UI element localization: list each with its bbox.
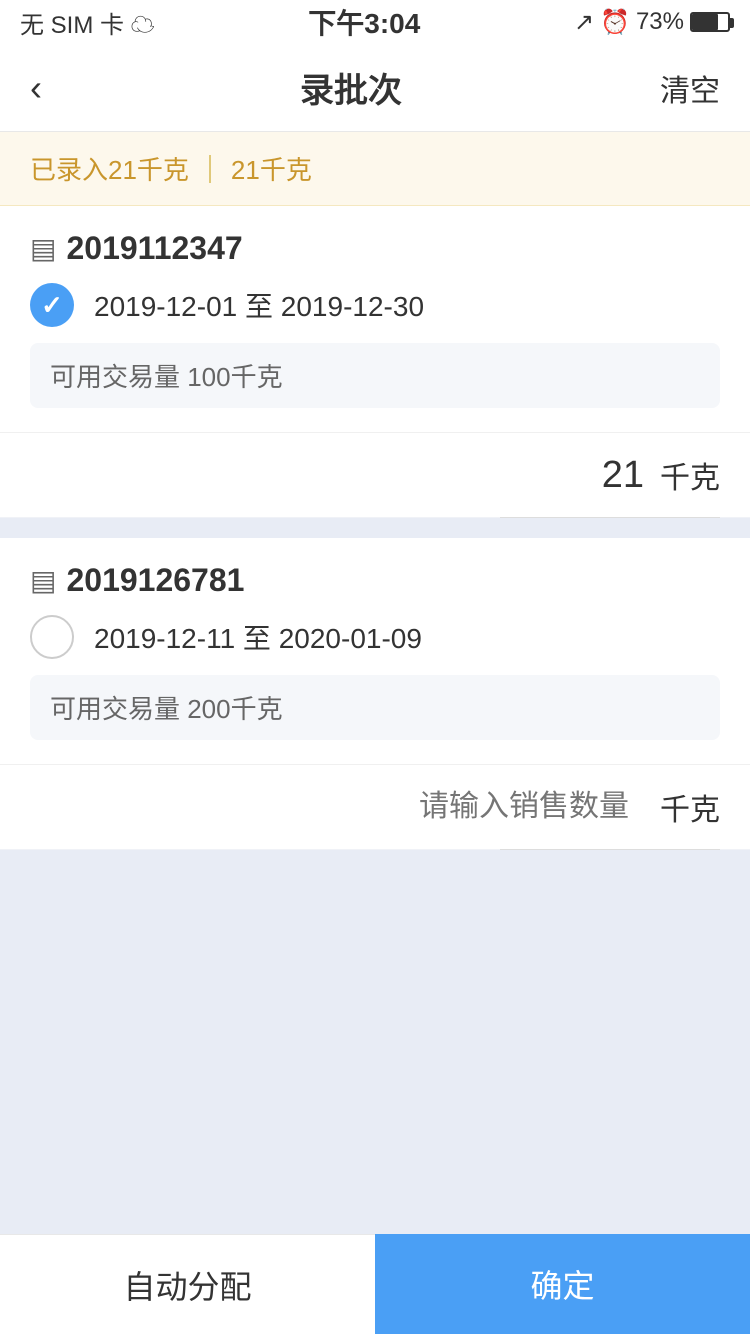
batch1-card: ▤ 2019112347 ✓ 2019-12-01 至 2019-12-30 可…: [0, 206, 750, 432]
batch2-date-range: 2019-12-11 至 2020-01-09: [94, 617, 422, 657]
status-bar: 无 SIM 卡 ☁ 下午3:04 ↗ ⏰ 73%: [0, 0, 750, 44]
batch2-input-wrapper: 千克: [0, 764, 750, 850]
batch1-radio[interactable]: ✓: [30, 283, 74, 327]
batch2-id-row: ▤ 2019126781: [30, 562, 720, 599]
batch2-available: 可用交易量 200千克: [30, 675, 720, 740]
location-icon: ↗: [574, 8, 594, 37]
batch1-date-range: 2019-12-01 至 2019-12-30: [94, 285, 424, 325]
section-separator-1: [0, 518, 750, 538]
status-left: 无 SIM 卡 ☁: [20, 5, 155, 40]
batch1-available: 可用交易量 100千克: [30, 343, 720, 408]
summary-bar: 已录入21千克 21千克: [0, 132, 750, 206]
batch2-input-row: 千克: [0, 764, 750, 849]
batch1-amount-unit: 千克: [660, 453, 720, 497]
batch1-id-icon: ▤: [30, 232, 56, 265]
batch2-id-text: 2019126781: [66, 562, 244, 599]
batch2-quantity-input[interactable]: [344, 790, 644, 824]
confirm-button[interactable]: 确定: [375, 1234, 750, 1334]
batch1-id-text: 2019112347: [66, 230, 242, 267]
batch2-radio[interactable]: [30, 615, 74, 659]
status-right: ↗ ⏰ 73%: [574, 8, 730, 37]
auto-distribute-button[interactable]: 自动分配: [0, 1234, 375, 1334]
status-time: 下午3:04: [308, 2, 420, 42]
batch2-underline: [500, 849, 720, 850]
alarm-icon: ⏰: [600, 8, 630, 37]
bottom-filler: [0, 850, 750, 1250]
batch1-amount-row: 21 千克: [0, 432, 750, 517]
no-sim-text: 无 SIM 卡 ☁: [20, 5, 155, 40]
batch2-date-row[interactable]: 2019-12-11 至 2020-01-09: [30, 615, 720, 659]
summary-divider: [209, 155, 211, 183]
batch1-id-row: ▤ 2019112347: [30, 230, 720, 267]
batch1-date-row[interactable]: ✓ 2019-12-01 至 2019-12-30: [30, 283, 720, 327]
batch1-amount-wrapper: 21 千克: [0, 432, 750, 518]
back-button[interactable]: ‹: [30, 67, 42, 109]
checkmark-icon: ✓: [41, 290, 63, 321]
nav-bar: ‹ 录批次 清空: [0, 44, 750, 132]
summary-amount: 21千克: [231, 150, 312, 187]
batch2-card: ▤ 2019126781 2019-12-11 至 2020-01-09 可用交…: [0, 538, 750, 764]
batch2-unit: 千克: [660, 785, 720, 829]
clear-button[interactable]: 清空: [660, 66, 720, 110]
battery-icon: [690, 12, 730, 32]
batch1-amount-value: 21: [602, 454, 644, 497]
battery-text: 73%: [636, 8, 684, 36]
batch2-id-icon: ▤: [30, 564, 56, 597]
bottom-buttons: 自动分配 确定: [0, 1234, 750, 1334]
batch1-underline: [500, 517, 720, 518]
page-title: 录批次: [300, 63, 402, 112]
already-recorded-text: 已录入21千克: [30, 150, 189, 187]
